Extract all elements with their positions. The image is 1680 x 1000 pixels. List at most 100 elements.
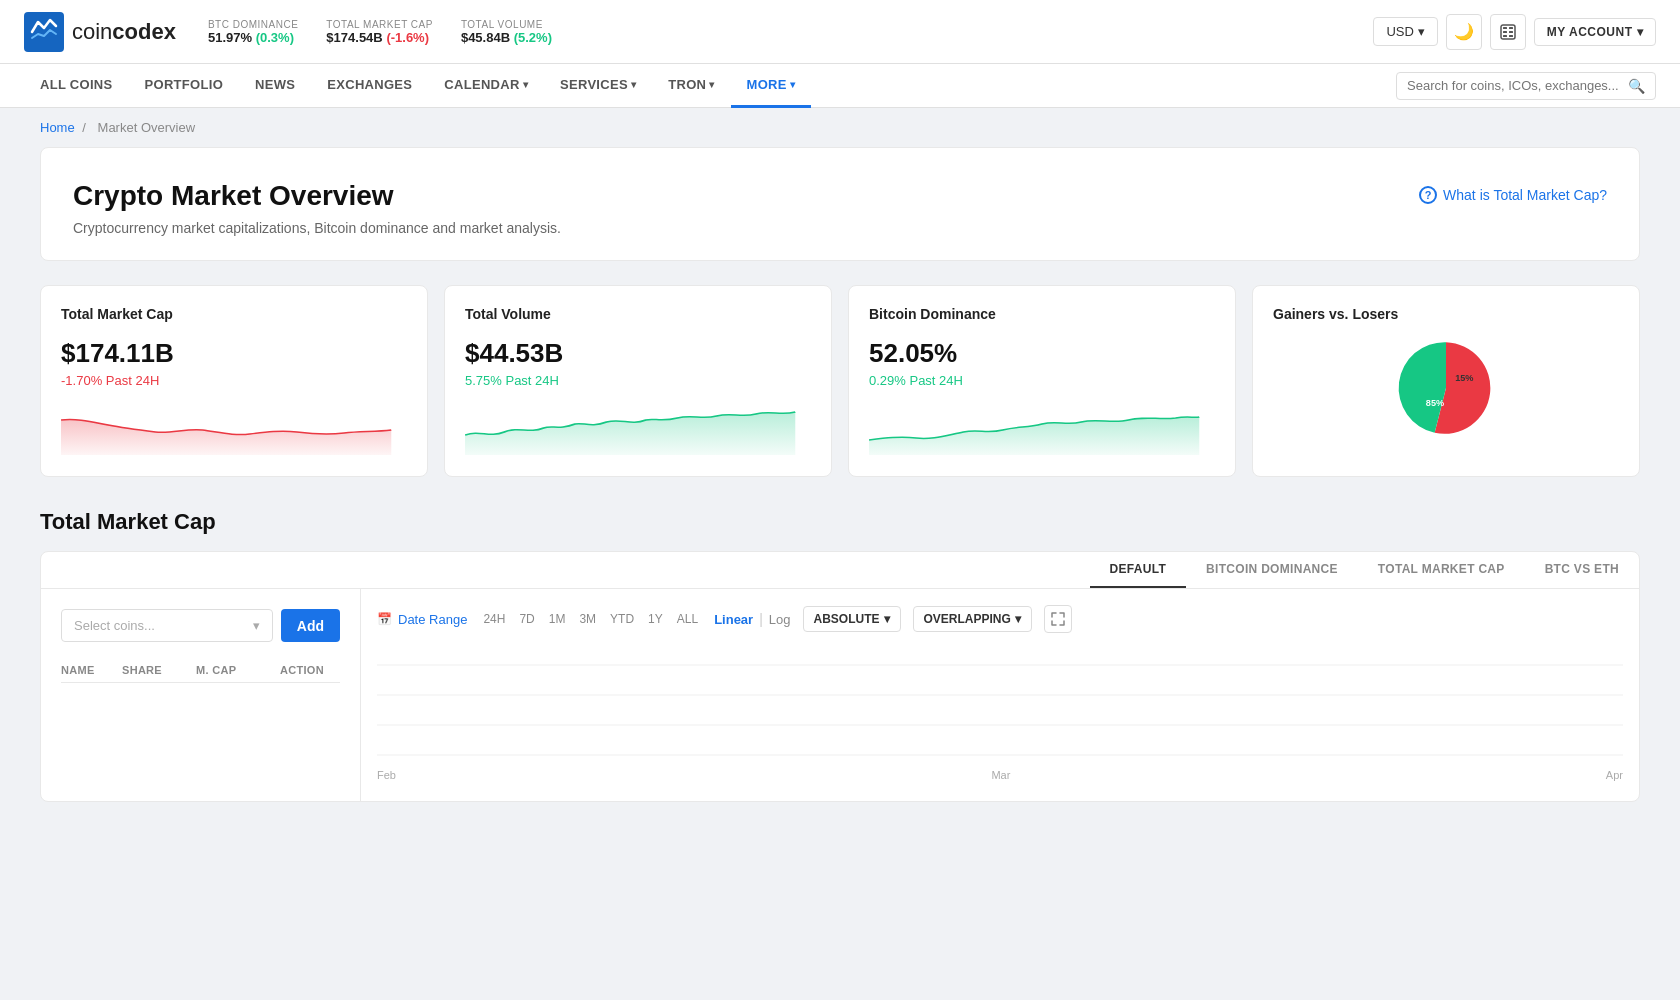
- svg-rect-7: [1509, 35, 1513, 37]
- card-gainers-losers: Gainers vs. Losers 15% 85%: [1252, 285, 1640, 477]
- nav-tron[interactable]: TRON ▾: [652, 64, 730, 108]
- search-input[interactable]: [1407, 78, 1622, 93]
- card-value: 52.05%: [869, 338, 1215, 369]
- col-header-mcap: M. CAP: [196, 664, 276, 676]
- coin-select-dropdown[interactable]: Select coins... ▾: [61, 609, 273, 642]
- svg-rect-5: [1509, 31, 1513, 33]
- nav-portfolio[interactable]: PORTFOLIO: [129, 64, 240, 108]
- btc-dominance-value: 51.97%: [208, 30, 252, 45]
- chart-section: DEFAULT BITCOIN DOMINANCE TOTAL MARKET C…: [40, 551, 1640, 802]
- dark-mode-button[interactable]: 🌙: [1446, 14, 1482, 50]
- nav-more[interactable]: MORE ▾: [731, 64, 812, 108]
- date-range[interactable]: 📅 Date Range: [377, 612, 467, 627]
- what-is-link[interactable]: ? What is Total Market Cap?: [1419, 186, 1607, 204]
- chart-controls: 📅 Date Range 24H 7D 1M 3M YTD 1Y ALL: [377, 605, 1623, 633]
- svg-rect-2: [1503, 27, 1507, 29]
- x-axis: Feb Mar Apr: [377, 765, 1623, 785]
- x-axis-label: Mar: [991, 769, 1010, 781]
- chevron-down-icon: ▾: [253, 618, 260, 633]
- expand-chart-button[interactable]: [1044, 605, 1072, 633]
- calendar-icon: 📅: [377, 612, 392, 626]
- tab-default[interactable]: DEFAULT: [1090, 552, 1187, 588]
- nav-links: ALL COINS PORTFOLIO NEWS EXCHANGES CALEN…: [24, 64, 1396, 108]
- mini-chart-btc: [869, 400, 1215, 460]
- breadcrumb-separator: /: [82, 120, 89, 135]
- breadcrumb-current: Market Overview: [98, 120, 196, 135]
- chevron-down-icon: ▾: [1637, 25, 1644, 39]
- main-content: Crypto Market Overview Cryptocurrency ma…: [0, 147, 1680, 842]
- card-title: Gainers vs. Losers: [1273, 306, 1619, 322]
- nav-calendar[interactable]: CALENDAR ▾: [428, 64, 544, 108]
- svg-text:15%: 15%: [1455, 373, 1473, 383]
- coin-select-row: Select coins... ▾ Add: [61, 609, 340, 642]
- log-scale-button[interactable]: Log: [769, 612, 791, 627]
- time-btn-ytd[interactable]: YTD: [606, 610, 638, 628]
- linear-scale-button[interactable]: Linear: [714, 612, 753, 627]
- total-volume-change: (5.2%): [514, 30, 552, 45]
- overview-header: Crypto Market Overview Cryptocurrency ma…: [40, 147, 1640, 261]
- calculator-button[interactable]: [1490, 14, 1526, 50]
- svg-rect-0: [24, 12, 64, 52]
- col-header-name: NAME: [61, 664, 118, 676]
- total-mcap-value: $174.54B: [326, 30, 382, 45]
- tab-total-market-cap[interactable]: TOTAL MARKET CAP: [1358, 552, 1525, 588]
- time-btn-3m[interactable]: 3M: [575, 610, 600, 628]
- card-total-volume: Total Volume $44.53B 5.75% Past 24H: [444, 285, 832, 477]
- total-volume-value: $45.84B: [461, 30, 510, 45]
- card-value: $44.53B: [465, 338, 811, 369]
- topbar: coincodex BTC DOMINANCE 51.97% (0.3%) TO…: [0, 0, 1680, 64]
- col-header-action: ACTION: [280, 664, 340, 676]
- card-title: Bitcoin Dominance: [869, 306, 1215, 322]
- nav-search: 🔍: [1396, 72, 1656, 100]
- chevron-down-icon: ▾: [709, 79, 714, 90]
- overview-description: Cryptocurrency market capitalizations, B…: [73, 220, 561, 236]
- section-title: Total Market Cap: [40, 509, 1640, 535]
- chart-right-panel: 📅 Date Range 24H 7D 1M 3M YTD 1Y ALL: [361, 589, 1639, 801]
- market-stats: BTC DOMINANCE 51.97% (0.3%) TOTAL MARKET…: [208, 19, 1341, 45]
- logo[interactable]: coincodex: [24, 12, 176, 52]
- card-change: 0.29% Past 24H: [869, 373, 1215, 388]
- nav-news[interactable]: NEWS: [239, 64, 311, 108]
- account-button[interactable]: MY ACCOUNT ▾: [1534, 18, 1656, 46]
- nav-exchanges[interactable]: EXCHANGES: [311, 64, 428, 108]
- search-box[interactable]: 🔍: [1396, 72, 1656, 100]
- absolute-dropdown[interactable]: ABSOLUTE ▾: [803, 606, 901, 632]
- scale-controls: Linear | Log: [714, 611, 790, 627]
- tab-btc-vs-eth[interactable]: BTC VS ETH: [1525, 552, 1639, 588]
- nav-services[interactable]: SERVICES ▾: [544, 64, 652, 108]
- time-btn-24h[interactable]: 24H: [479, 610, 509, 628]
- time-btn-7d[interactable]: 7D: [515, 610, 538, 628]
- add-coin-button[interactable]: Add: [281, 609, 340, 642]
- chart-tabs: DEFAULT BITCOIN DOMINANCE TOTAL MARKET C…: [41, 552, 1639, 589]
- btc-dominance-change: (0.3%): [256, 30, 294, 45]
- svg-rect-3: [1509, 27, 1513, 29]
- breadcrumb: Home / Market Overview: [0, 108, 1680, 147]
- total-volume-stat: TOTAL VOLUME $45.84B (5.2%): [461, 19, 552, 45]
- chevron-down-icon: ▾: [1418, 24, 1425, 39]
- total-mcap-stat: TOTAL MARKET CAP $174.54B (-1.6%): [326, 19, 433, 45]
- time-btn-all[interactable]: ALL: [673, 610, 702, 628]
- stat-cards: Total Market Cap $174.11B -1.70% Past 24…: [40, 285, 1640, 477]
- question-icon: ?: [1419, 186, 1437, 204]
- pie-chart: 15% 85%: [1273, 338, 1619, 438]
- card-value: $174.11B: [61, 338, 407, 369]
- tab-bitcoin-dominance[interactable]: BITCOIN DOMINANCE: [1186, 552, 1358, 588]
- currency-selector[interactable]: USD ▾: [1373, 17, 1437, 46]
- breadcrumb-home[interactable]: Home: [40, 120, 75, 135]
- time-btn-1m[interactable]: 1M: [545, 610, 570, 628]
- overlapping-dropdown[interactable]: OVERLAPPING ▾: [913, 606, 1032, 632]
- coin-table-header: NAME SHARE M. CAP ACTION: [61, 658, 340, 683]
- card-title: Total Volume: [465, 306, 811, 322]
- logo-text: coincodex: [72, 19, 176, 45]
- svg-rect-6: [1503, 35, 1507, 37]
- time-btn-1y[interactable]: 1Y: [644, 610, 667, 628]
- chevron-down-icon: ▾: [884, 612, 890, 626]
- card-total-market-cap: Total Market Cap $174.11B -1.70% Past 24…: [40, 285, 428, 477]
- chevron-down-icon: ▾: [523, 79, 528, 90]
- chevron-down-icon: ▾: [790, 79, 795, 90]
- mini-chart-red: [61, 400, 407, 460]
- time-range-buttons: 24H 7D 1M 3M YTD 1Y ALL: [479, 610, 702, 628]
- search-icon[interactable]: 🔍: [1628, 78, 1645, 94]
- card-bitcoin-dominance: Bitcoin Dominance 52.05% 0.29% Past 24H: [848, 285, 1236, 477]
- nav-all-coins[interactable]: ALL COINS: [24, 64, 129, 108]
